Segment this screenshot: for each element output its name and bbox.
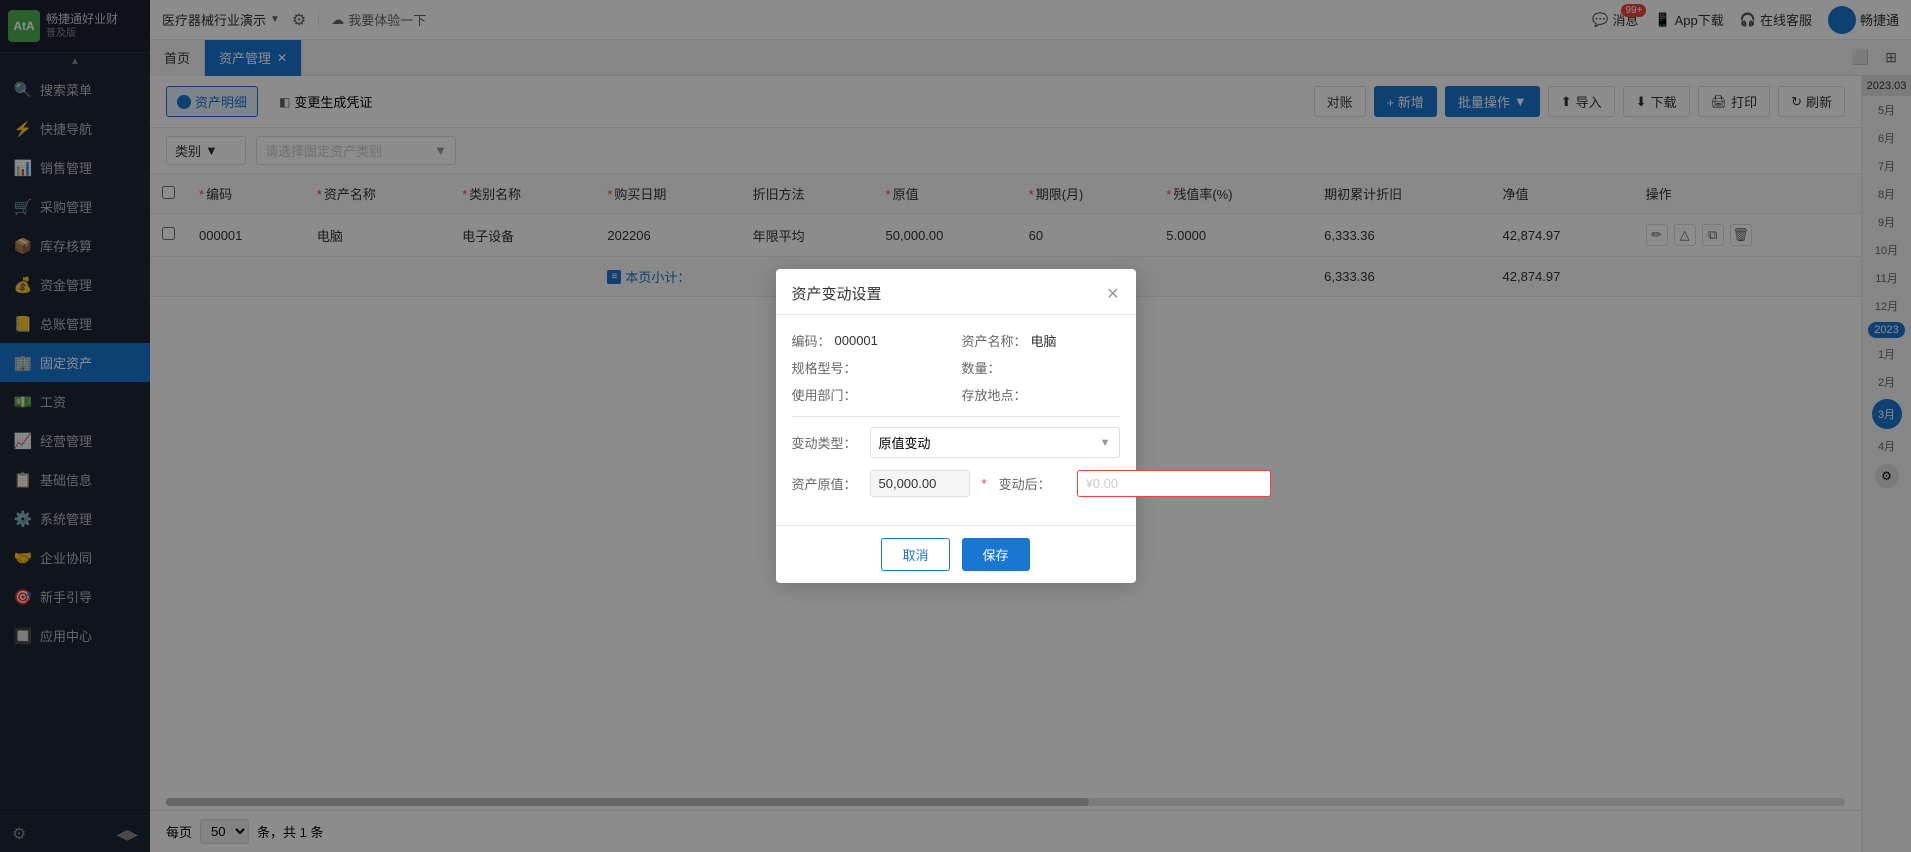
- modal-location-item: 存放地点：: [962, 385, 1120, 404]
- modal-body: 编码： 000001 资产名称： 电脑 规格型号： 数量： 使用部门：: [776, 315, 1136, 525]
- modal-title: 资产变动设置: [792, 283, 882, 304]
- modal-divider: [792, 416, 1120, 417]
- modal-info-grid: 编码： 000001 资产名称： 电脑 规格型号： 数量： 使用部门：: [792, 331, 1120, 404]
- modal-name-item: 资产名称： 电脑: [962, 331, 1120, 350]
- modal-change-type-row: 变动类型： 原值变动 ▼: [792, 427, 1120, 458]
- change-type-select[interactable]: 原值变动 ▼: [870, 427, 1120, 458]
- cancel-button[interactable]: 取消: [881, 538, 949, 571]
- modal-footer: 取消 保存: [776, 525, 1136, 583]
- asset-change-modal: 资产变动设置 ✕ 编码： 000001 资产名称： 电脑 规格型号： 数量：: [776, 269, 1136, 583]
- required-star: *: [982, 476, 987, 491]
- modal-overlay[interactable]: 资产变动设置 ✕ 编码： 000001 资产名称： 电脑 规格型号： 数量：: [0, 0, 1911, 852]
- modal-asset-value-row: 资产原值： 50,000.00 * 变动后：: [792, 470, 1120, 497]
- save-button[interactable]: 保存: [962, 538, 1030, 571]
- after-value-input[interactable]: [1077, 470, 1271, 497]
- modal-close-btn[interactable]: ✕: [1106, 284, 1119, 304]
- modal-dept-item: 使用部门：: [792, 385, 950, 404]
- asset-value-field: 50,000.00: [870, 470, 970, 497]
- modal-spec-item: 规格型号：: [792, 358, 950, 377]
- modal-quantity-item: 数量：: [962, 358, 1120, 377]
- modal-header: 资产变动设置 ✕: [776, 269, 1136, 315]
- modal-code-item: 编码： 000001: [792, 331, 950, 350]
- change-type-dropdown-icon: ▼: [1100, 437, 1111, 449]
